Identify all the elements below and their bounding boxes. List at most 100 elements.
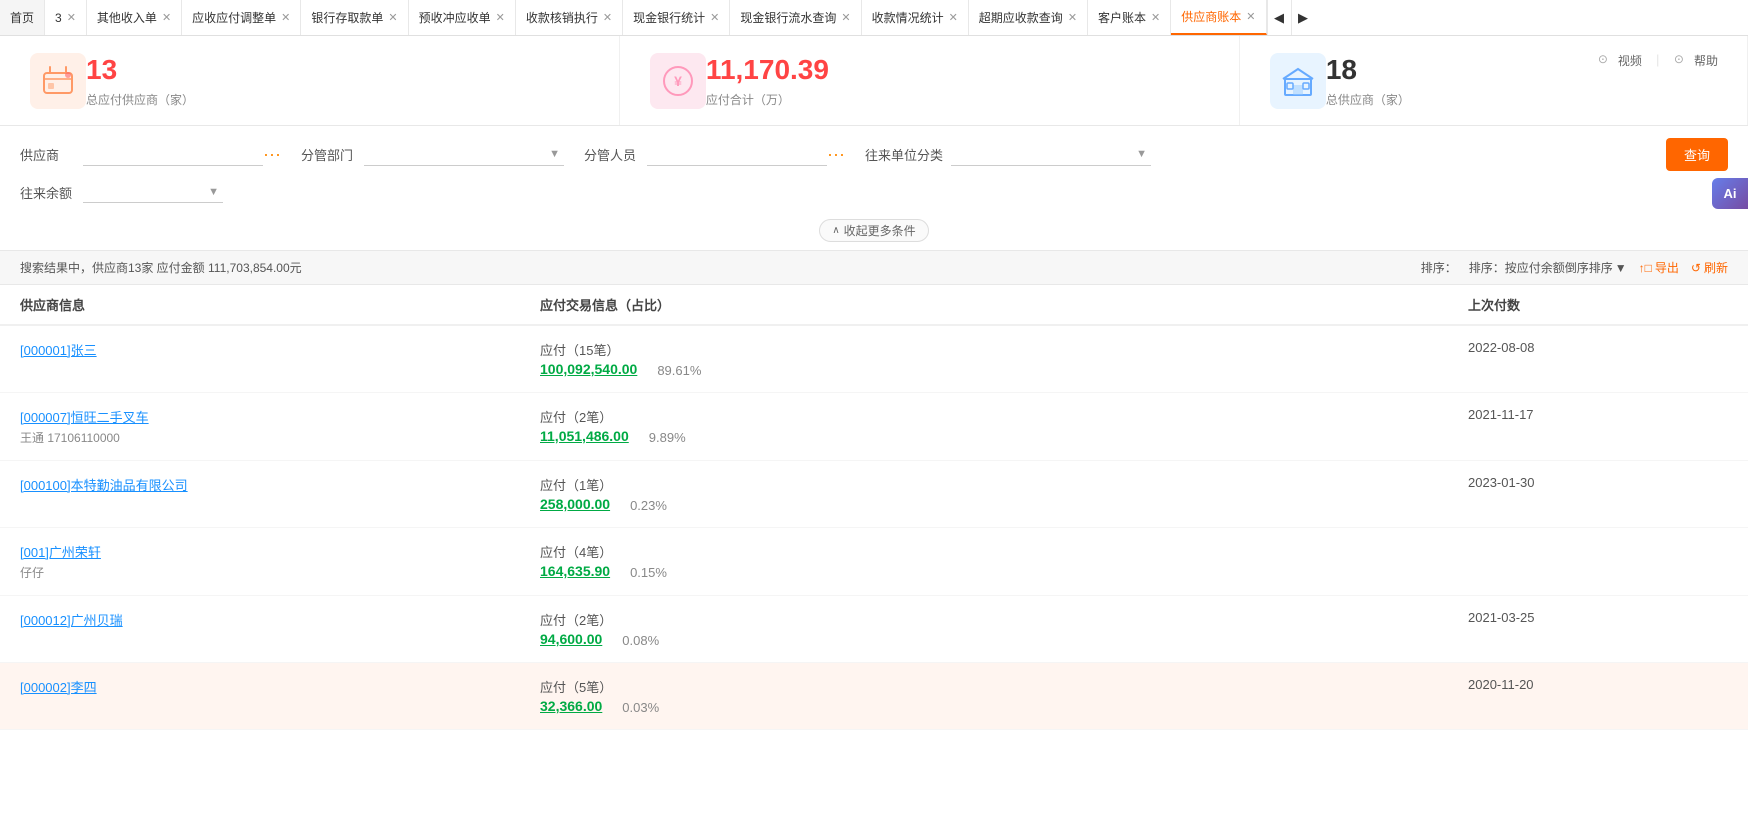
close-icon[interactable]: ✕ — [1246, 10, 1255, 23]
nav-tab-3[interactable]: 3 ✕ — [45, 0, 87, 35]
payable-suppliers-label: 总应付供应商（家） — [86, 91, 194, 108]
video-link[interactable]: 视频 — [1618, 52, 1642, 69]
supplier-sub: 王通 17106110000 — [20, 429, 540, 446]
balance-input[interactable] — [83, 181, 208, 202]
supplier-info-cell: [000007]恒旺二手叉车 王通 17106110000 — [20, 407, 540, 446]
payable-suppliers-count: 13 — [86, 53, 194, 87]
payable-amount-link[interactable]: 164,635.90 — [540, 563, 610, 579]
supplier-link[interactable]: [000100]本特勤油品有限公司 — [20, 478, 188, 493]
filter-area: 供应商 ··· 分管部门 ▼ 分管人员 ··· 往来单位分类 ▼ 查询 — [0, 126, 1748, 251]
dept-select-wrap[interactable]: ▼ — [364, 144, 564, 166]
payable-info-cell: 应付（2笔） 94,600.00 0.08% — [540, 610, 1468, 648]
nav-tab-other-income[interactable]: 其他收入单 ✕ — [87, 0, 182, 35]
close-icon[interactable]: ✕ — [281, 11, 290, 24]
payable-amount-link[interactable]: 100,092,540.00 — [540, 361, 637, 377]
supplier-sub: 仔仔 — [20, 564, 540, 581]
nav-tab-recv-stat[interactable]: 收款情况统计 ✕ — [862, 0, 969, 35]
nav-tab-cash-stat[interactable]: 现金银行统计 ✕ — [623, 0, 730, 35]
chevron-down-icon-3: ▼ — [208, 186, 223, 198]
supplier-link[interactable]: [000001]张三 — [20, 343, 97, 358]
nav-tab-supplier-book[interactable]: 供应商账本 ✕ — [1171, 0, 1266, 35]
supplier-link[interactable]: [000012]广州贝瑞 — [20, 613, 123, 628]
export-icon: ↑□ — [1639, 261, 1652, 275]
circle-icon: ⊙ — [1598, 52, 1608, 66]
nav-tab-bank[interactable]: 银行存取款单 ✕ — [301, 0, 408, 35]
last-payment-cell: 2022-08-08 — [1468, 340, 1728, 355]
supplier-dots-icon[interactable]: ··· — [263, 144, 281, 165]
nav-tab-prepay[interactable]: 预收冲应收单 ✕ — [409, 0, 516, 35]
refresh-icon: ↺ — [1691, 261, 1701, 275]
last-payment-date: 2023-01-30 — [1468, 475, 1535, 490]
close-icon[interactable]: ✕ — [949, 11, 958, 24]
total-suppliers-count: 18 — [1326, 53, 1410, 87]
person-input[interactable] — [647, 144, 827, 166]
refresh-button[interactable]: ↺ 刷新 — [1691, 259, 1728, 276]
supplier-info-cell: [000002]李四 — [20, 677, 540, 699]
payable-info: 164,635.90 0.15% — [540, 561, 1468, 580]
top-links: ⊙ 视频 ｜ ⊙ 帮助 — [1568, 44, 1738, 77]
supplier-table: 供应商信息 应付交易信息（占比） 上次付数 [000001]张三 应付（15笔）… — [0, 285, 1748, 820]
close-icon[interactable]: ✕ — [1151, 11, 1160, 24]
nav-tab-verify[interactable]: 收款核销执行 ✕ — [516, 0, 623, 35]
payable-amount-link[interactable]: 94,600.00 — [540, 631, 602, 647]
summary-item-payable-suppliers: 13 总应付供应商（家） — [0, 36, 620, 125]
ai-assistant-button[interactable]: Ai — [1712, 178, 1748, 209]
balance-select-wrap[interactable]: ▼ — [83, 181, 223, 203]
collapse-button[interactable]: ∧ 收起更多条件 — [819, 219, 928, 242]
close-icon[interactable]: ✕ — [1068, 11, 1077, 24]
close-icon[interactable]: ✕ — [841, 11, 850, 24]
export-button[interactable]: ↑□ 导出 — [1639, 259, 1679, 276]
category-select-wrap[interactable]: ▼ — [951, 144, 1151, 166]
supplier-link[interactable]: [001]广州荣轩 — [20, 545, 101, 560]
close-icon[interactable]: ✕ — [388, 11, 397, 24]
close-icon[interactable]: ✕ — [162, 11, 171, 24]
supplier-input[interactable] — [83, 144, 263, 166]
payable-info-cell: 应付（15笔） 100,092,540.00 89.61% — [540, 340, 1468, 378]
supplier-info-cell: [000012]广州贝瑞 — [20, 610, 540, 632]
last-payment-date: 2020-11-20 — [1468, 677, 1534, 692]
filter-row-2: 往来余额 ▼ — [20, 181, 1728, 203]
payable-percent: 0.23% — [630, 498, 667, 513]
payable-label: 应付（15笔） — [540, 340, 1468, 359]
last-payment-cell: 2021-11-17 — [1468, 407, 1728, 422]
payable-label: 应付（4笔） — [540, 542, 1468, 561]
last-payment-cell: 2021-03-25 — [1468, 610, 1728, 625]
dept-input[interactable] — [364, 144, 549, 165]
supplier-link[interactable]: [000007]恒旺二手叉车 — [20, 410, 149, 425]
nav-scroll-right[interactable]: ▶ — [1291, 0, 1315, 36]
nav-tab-overdue[interactable]: 超期应收款查询 ✕ — [969, 0, 1088, 35]
close-icon[interactable]: ✕ — [496, 11, 505, 24]
table-row: [000012]广州贝瑞 应付（2笔） 94,600.00 0.08% 2021… — [0, 596, 1748, 663]
category-input[interactable] — [951, 144, 1136, 165]
supplier-link[interactable]: [000002]李四 — [20, 680, 97, 695]
person-dots-icon[interactable]: ··· — [827, 144, 845, 165]
filter-category: 往来单位分类 ▼ — [865, 144, 1151, 166]
nav-tab-home[interactable]: 首页 — [0, 0, 45, 35]
nav-tab-adjust[interactable]: 应收应付调整单 ✕ — [182, 0, 301, 35]
payable-total-amount: 11,170.39 — [706, 53, 829, 87]
sort-label: 排序： — [1421, 259, 1457, 276]
payable-percent: 0.03% — [622, 700, 659, 715]
svg-text:¥: ¥ — [674, 73, 682, 89]
help-link[interactable]: 帮助 — [1694, 52, 1718, 69]
nav-scroll-left[interactable]: ◀ — [1267, 0, 1291, 36]
payable-info: 100,092,540.00 89.61% — [540, 359, 1468, 378]
nav-tab-customer-book[interactable]: 客户账本 ✕ — [1088, 0, 1171, 35]
summary-item-payable-total: ¥ 11,170.39 应付合计（万） — [620, 36, 1240, 125]
last-payment-date: 2022-08-08 — [1468, 340, 1535, 355]
last-payment-cell: 2020-11-20 — [1468, 677, 1728, 692]
payable-amount-link[interactable]: 11,051,486.00 — [540, 428, 629, 444]
close-icon[interactable]: ✕ — [67, 11, 76, 24]
payable-info: 11,051,486.00 9.89% — [540, 426, 1468, 445]
payable-amount-link[interactable]: 32,366.00 — [540, 698, 602, 714]
nav-tab-cash-query[interactable]: 现金银行流水查询 ✕ — [730, 0, 861, 35]
sort-button[interactable]: 排序：按应付余额倒序排序 ▼ — [1469, 259, 1627, 276]
collapse-bar: ∧ 收起更多条件 — [20, 213, 1728, 250]
close-icon[interactable]: ✕ — [603, 11, 612, 24]
payable-info: 94,600.00 0.08% — [540, 629, 1468, 648]
payable-label: 应付（2笔） — [540, 610, 1468, 629]
supplier-icon — [30, 53, 86, 109]
close-icon[interactable]: ✕ — [710, 11, 719, 24]
payable-amount-link[interactable]: 258,000.00 — [540, 496, 610, 512]
search-button[interactable]: 查询 — [1666, 138, 1728, 171]
